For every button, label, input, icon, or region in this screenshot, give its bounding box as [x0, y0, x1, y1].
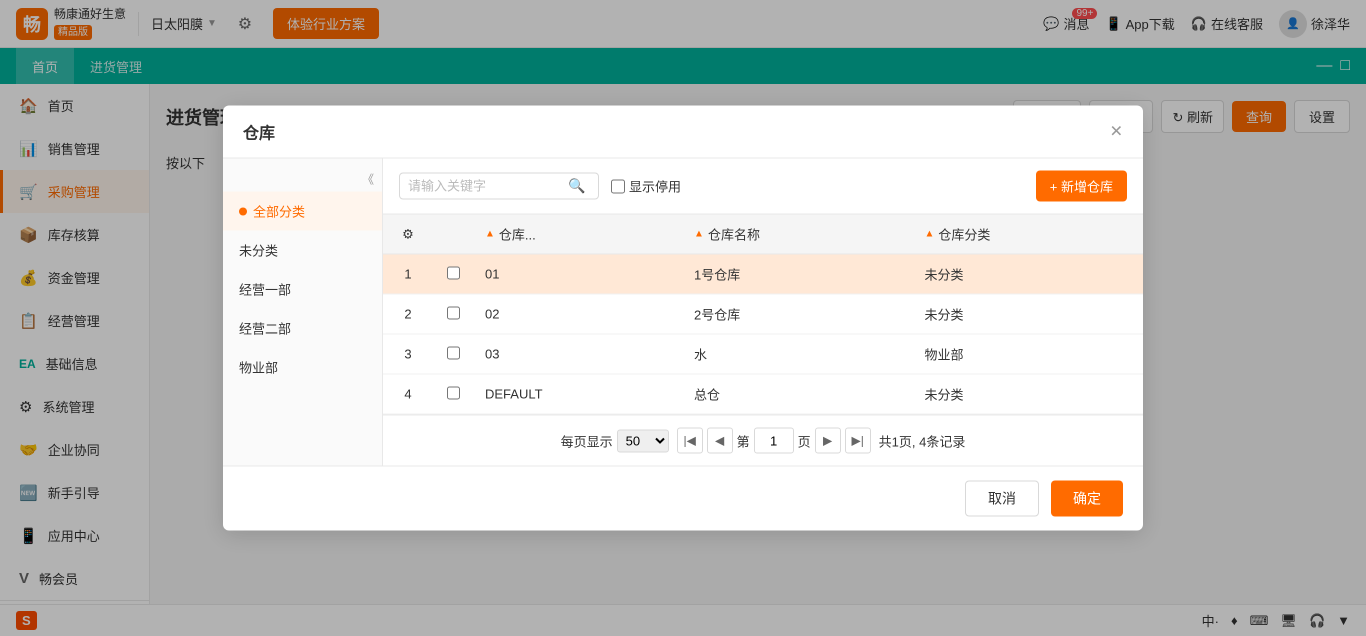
- modal-body: 《 全部分类 未分类 经营一部 经营二部 物业部: [223, 159, 1143, 466]
- row-category: 物业部: [913, 334, 1143, 374]
- row-name: 1号仓库: [682, 254, 912, 294]
- table-header-row: ⚙ ▲ 仓库... ▲: [383, 215, 1143, 255]
- modal-title: 仓库: [243, 120, 275, 144]
- row-checkbox[interactable]: [433, 254, 473, 294]
- row-code: DEFAULT: [473, 374, 682, 414]
- row-category: 未分类: [913, 254, 1143, 294]
- pagination: 每页显示 50 10 20 100 |◀ ◀ 第 页: [383, 415, 1143, 466]
- per-page-dropdown[interactable]: 50 10 20 100: [617, 429, 669, 452]
- modal-toolbar: 🔍 显示停用 + 新增仓库: [383, 159, 1143, 215]
- row-no: 4: [383, 374, 433, 414]
- modal-close-button[interactable]: ✕: [1110, 122, 1123, 142]
- warehouse-table: ⚙ ▲ 仓库... ▲: [383, 215, 1143, 415]
- first-page-button[interactable]: |◀: [677, 428, 703, 454]
- row-no: 1: [383, 254, 433, 294]
- th-category[interactable]: ▲ 仓库分类: [913, 215, 1143, 255]
- show-disabled-checkbox-label[interactable]: 显示停用: [611, 177, 681, 196]
- warehouse-modal: 仓库 ✕ 《 全部分类 未分类 经营一部 经营二部 物业部: [223, 106, 1143, 531]
- category-item-operations1[interactable]: 经营一部: [223, 270, 382, 309]
- category-item-unclassified[interactable]: 未分类: [223, 231, 382, 270]
- table-row[interactable]: 2 02 2号仓库 未分类: [383, 294, 1143, 334]
- table-row[interactable]: 1 01 1号仓库 未分类: [383, 254, 1143, 294]
- th-check: [433, 215, 473, 255]
- table-row[interactable]: 4 DEFAULT 总仓 未分类: [383, 374, 1143, 414]
- th-settings: ⚙: [383, 215, 433, 255]
- row-category: 未分类: [913, 374, 1143, 414]
- confirm-button[interactable]: 确定: [1051, 481, 1123, 517]
- page-input-area: 第 页: [737, 428, 811, 454]
- prev-page-button[interactable]: ◀: [707, 428, 733, 454]
- search-input[interactable]: [408, 179, 568, 194]
- row-checkbox[interactable]: [433, 374, 473, 414]
- row-name: 总仓: [682, 374, 912, 414]
- show-disabled-checkbox[interactable]: [611, 179, 625, 193]
- page-number-input[interactable]: [754, 428, 794, 454]
- search-box: 🔍: [399, 173, 599, 200]
- category-item-all[interactable]: 全部分类: [223, 192, 382, 231]
- th-name[interactable]: ▲ 仓库名称: [682, 215, 912, 255]
- row-code: 01: [473, 254, 682, 294]
- sidebar-collapse-button[interactable]: 《: [223, 167, 382, 192]
- sort-up-icon: ▲: [485, 229, 495, 240]
- warehouse-data-table: ⚙ ▲ 仓库... ▲: [383, 215, 1143, 415]
- table-row[interactable]: 3 03 水 物业部: [383, 334, 1143, 374]
- total-records: 共1页, 4条记录: [879, 431, 966, 450]
- modal-header: 仓库 ✕: [223, 106, 1143, 159]
- row-name: 水: [682, 334, 912, 374]
- last-page-button[interactable]: ▶|: [845, 428, 871, 454]
- sort-up-icon-3: ▲: [925, 229, 935, 240]
- modal-footer: 取消 确定: [223, 466, 1143, 531]
- row-no: 3: [383, 334, 433, 374]
- all-category-dot: [239, 207, 247, 215]
- row-checkbox[interactable]: [433, 334, 473, 374]
- row-code: 03: [473, 334, 682, 374]
- next-page-button[interactable]: ▶: [815, 428, 841, 454]
- modal-table-area: 🔍 显示停用 + 新增仓库 ⚙: [383, 159, 1143, 466]
- category-item-operations2[interactable]: 经营二部: [223, 309, 382, 348]
- th-code[interactable]: ▲ 仓库...: [473, 215, 682, 255]
- row-category: 未分类: [913, 294, 1143, 334]
- modal-sidebar: 《 全部分类 未分类 经营一部 经营二部 物业部: [223, 159, 383, 466]
- search-icon[interactable]: 🔍: [568, 178, 585, 195]
- page-nav: |◀ ◀ 第 页 ▶ ▶|: [677, 428, 871, 454]
- row-name: 2号仓库: [682, 294, 912, 334]
- cancel-button[interactable]: 取消: [965, 481, 1039, 517]
- row-no: 2: [383, 294, 433, 334]
- row-code: 02: [473, 294, 682, 334]
- sort-up-icon-2: ▲: [694, 229, 704, 240]
- category-item-property[interactable]: 物业部: [223, 348, 382, 387]
- row-checkbox[interactable]: [433, 294, 473, 334]
- add-warehouse-button[interactable]: + 新增仓库: [1036, 171, 1127, 202]
- per-page-select: 每页显示 50 10 20 100: [561, 429, 669, 452]
